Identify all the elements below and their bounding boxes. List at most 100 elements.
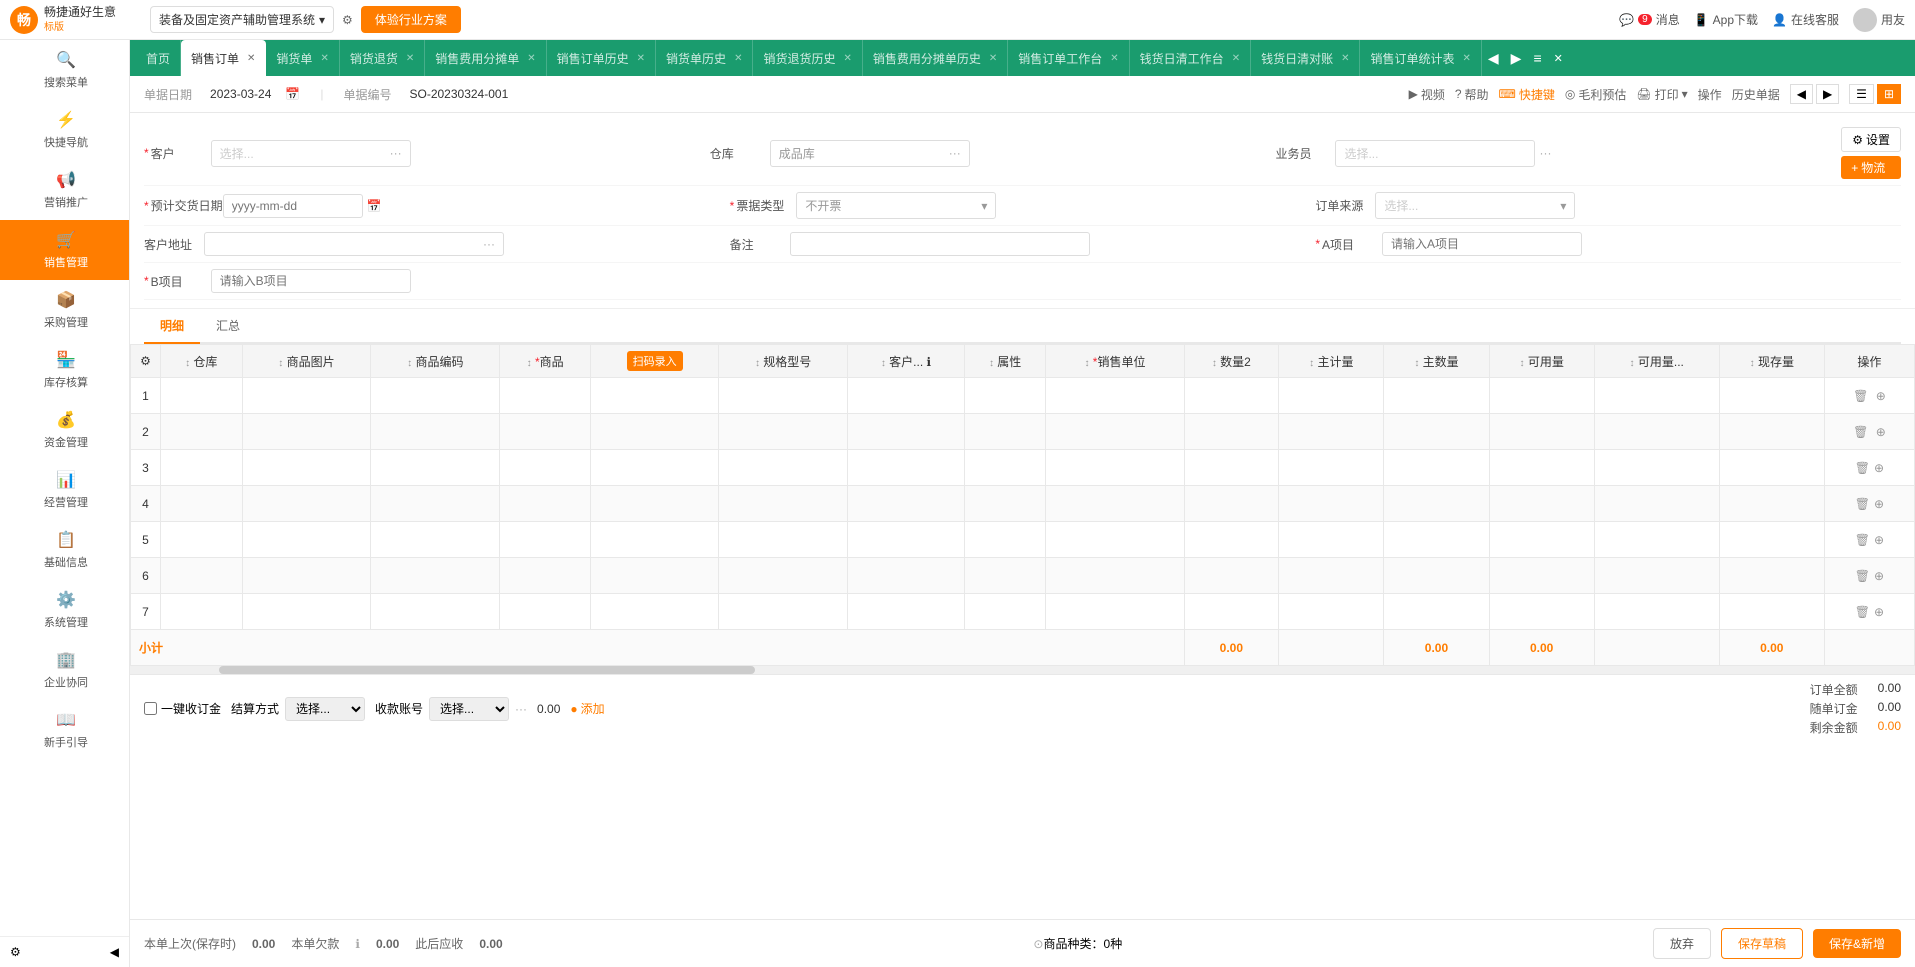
print-btn[interactable]: 🖨 打印 ▾ bbox=[1636, 86, 1687, 103]
tab-close-sales-return[interactable]: ✕ bbox=[320, 53, 328, 64]
row-6-copy-btn[interactable]: ⊕ bbox=[1872, 567, 1886, 585]
row-1-delete-btn[interactable]: 🗑 bbox=[1851, 387, 1870, 405]
sidebar-item-quick-nav[interactable]: ⚡ 快捷导航 bbox=[0, 100, 129, 160]
system-selector[interactable]: 装备及固定资产辅助管理系统 ▾ bbox=[150, 6, 334, 33]
add-payment-btn[interactable]: ● 添加 bbox=[570, 700, 604, 717]
tab-return-history[interactable]: 销货单历史 ✕ bbox=[656, 40, 753, 76]
staff-input[interactable]: 选择... bbox=[1335, 140, 1535, 167]
system-settings-icon[interactable]: ⚙ bbox=[342, 13, 353, 27]
row-1-attribute[interactable] bbox=[964, 378, 1046, 414]
scan-btn[interactable]: 扫码录入 bbox=[627, 351, 683, 371]
row-1-warehouse[interactable] bbox=[161, 378, 243, 414]
row-7-delete-btn[interactable]: 🗑 bbox=[1853, 603, 1872, 621]
row-5-delete-btn[interactable]: 🗑 bbox=[1853, 531, 1872, 549]
row-1-available2[interactable] bbox=[1594, 378, 1719, 414]
tab-close-return-history[interactable]: ✕ bbox=[734, 53, 742, 64]
tab-order-workbench[interactable]: 销售订单工作台 ✕ bbox=[1008, 40, 1129, 76]
row-1-stock[interactable] bbox=[1719, 378, 1824, 414]
row-4-copy-btn[interactable]: ⊕ bbox=[1872, 495, 1886, 513]
sidebar-item-search[interactable]: 🔍 搜索菜单 bbox=[0, 40, 129, 100]
tab-cash-account[interactable]: 钱货日清对账 ✕ bbox=[1251, 40, 1360, 76]
sidebar-item-guide[interactable]: 📖 新手引导 bbox=[0, 700, 129, 760]
row-2-delete-btn[interactable]: 🗑 bbox=[1851, 423, 1870, 441]
b-project-input[interactable] bbox=[211, 269, 411, 293]
th-settings[interactable]: ⚙ bbox=[131, 345, 161, 378]
row-1-customer-code[interactable] bbox=[848, 378, 965, 414]
user-avatar[interactable]: 用友 bbox=[1853, 8, 1905, 32]
shortcut-btn[interactable]: ⌨ 快捷键 bbox=[1499, 86, 1555, 103]
row-6-delete-btn[interactable]: 🗑 bbox=[1853, 567, 1872, 585]
warehouse-input[interactable]: 成品库 ··· bbox=[770, 140, 970, 167]
row-1-available[interactable] bbox=[1489, 378, 1594, 414]
settings-btn[interactable]: ⚙ 设置 bbox=[1841, 127, 1901, 152]
row-1-sales-unit[interactable] bbox=[1046, 378, 1184, 414]
tab-home[interactable]: 首页 bbox=[136, 40, 181, 76]
invoice-type-select[interactable]: 不开票 ▾ bbox=[796, 192, 996, 219]
tab-sales-return[interactable]: 销货单 ✕ bbox=[266, 40, 339, 76]
tab-close-order-summary[interactable]: ✕ bbox=[1463, 53, 1471, 64]
operation-btn[interactable]: 操作 bbox=[1698, 86, 1722, 103]
payment-method-select[interactable]: 选择... bbox=[285, 697, 365, 721]
a-project-input[interactable] bbox=[1382, 232, 1582, 256]
sidebar-item-sales[interactable]: 🛒 销售管理 bbox=[0, 220, 129, 280]
sidebar-item-system[interactable]: ⚙️ 系统管理 bbox=[0, 580, 129, 640]
tab-close-cash-account[interactable]: ✕ bbox=[1341, 53, 1349, 64]
th-scan[interactable]: 扫码录入 bbox=[591, 345, 719, 378]
industry-btn[interactable]: 体验行业方案 bbox=[361, 6, 461, 33]
date-picker-icon[interactable]: 📅 bbox=[285, 87, 300, 101]
tab-fee-history[interactable]: 销售费用分摊单历史 ✕ bbox=[863, 40, 1008, 76]
tab-close-order-history[interactable]: ✕ bbox=[637, 53, 645, 64]
tab-nav-more[interactable]: ≡ bbox=[1527, 46, 1547, 70]
note-input[interactable] bbox=[790, 232, 1090, 256]
customer-input[interactable]: 选择... ··· bbox=[211, 140, 411, 167]
form-view-btn[interactable]: ⊞ bbox=[1877, 84, 1901, 104]
sidebar-item-inventory[interactable]: 🏪 库存核算 bbox=[0, 340, 129, 400]
row-1-spec[interactable] bbox=[719, 378, 848, 414]
tab-close-cash-workbench[interactable]: ✕ bbox=[1232, 53, 1240, 64]
tab-nav-close-all[interactable]: ✕ bbox=[1548, 48, 1569, 69]
customer-expand-btn[interactable]: ··· bbox=[390, 146, 402, 160]
tab-sales-refund[interactable]: 销货退货 ✕ bbox=[340, 40, 425, 76]
row-1-main-qty[interactable] bbox=[1384, 378, 1489, 414]
calendar-icon[interactable]: 📅 bbox=[367, 199, 382, 213]
tab-close-order-workbench[interactable]: ✕ bbox=[1110, 53, 1118, 64]
staff-expand-btn[interactable]: ··· bbox=[1539, 146, 1551, 160]
tab-nav-prev[interactable]: ◀ bbox=[1482, 46, 1505, 71]
row-2-warehouse[interactable] bbox=[161, 414, 243, 450]
view-video-btn[interactable]: ▶ 视频 bbox=[1409, 86, 1445, 103]
tab-close-sales-order[interactable]: ✕ bbox=[247, 53, 255, 64]
scrollbar-thumb[interactable] bbox=[219, 666, 755, 674]
tab-close-refund-history[interactable]: ✕ bbox=[843, 53, 851, 64]
row-2-copy-btn[interactable]: ⊕ bbox=[1874, 423, 1888, 441]
row-3-copy-btn[interactable]: ⊕ bbox=[1872, 459, 1886, 477]
row-1-image[interactable] bbox=[242, 378, 371, 414]
row-1-copy-btn[interactable]: ⊕ bbox=[1874, 387, 1888, 405]
history-btn[interactable]: 历史单据 bbox=[1732, 86, 1780, 103]
sidebar-settings-icon[interactable]: ⚙ bbox=[10, 945, 21, 959]
address-input[interactable]: ··· bbox=[204, 232, 504, 256]
row-1-qty2[interactable] bbox=[1184, 378, 1279, 414]
row-5-copy-btn[interactable]: ⊕ bbox=[1872, 531, 1886, 549]
order-source-input[interactable]: 选择... ▾ bbox=[1375, 192, 1575, 219]
row-1-main-unit[interactable] bbox=[1279, 378, 1384, 414]
tab-cash-daily-workbench[interactable]: 钱货日清工作台 ✕ bbox=[1130, 40, 1251, 76]
goods-count-icon[interactable]: ⊙ bbox=[1033, 937, 1043, 951]
row-1-product[interactable] bbox=[500, 378, 591, 414]
prev-record-btn[interactable]: ◀ bbox=[1790, 84, 1813, 104]
tab-close-fee-split[interactable]: ✕ bbox=[527, 53, 535, 64]
delivery-date-input[interactable] bbox=[223, 194, 363, 218]
sidebar-item-marketing[interactable]: 📢 营销推广 bbox=[0, 160, 129, 220]
address-expand-btn[interactable]: ··· bbox=[483, 237, 495, 251]
discard-btn[interactable]: 放弃 bbox=[1653, 928, 1711, 959]
sidebar-item-purchase[interactable]: 📦 采购管理 bbox=[0, 280, 129, 340]
profit-btn[interactable]: ◎ 毛利预估 bbox=[1565, 86, 1627, 103]
list-view-btn[interactable]: ☰ bbox=[1849, 84, 1874, 104]
row-1-scan[interactable] bbox=[591, 378, 719, 414]
online-service[interactable]: 👤 在线客服 bbox=[1772, 11, 1839, 28]
tab-summary[interactable]: 汇总 bbox=[200, 309, 256, 344]
save-new-btn[interactable]: 保存&新增 bbox=[1813, 929, 1901, 958]
help-btn[interactable]: ? 帮助 bbox=[1455, 86, 1489, 103]
tab-detail[interactable]: 明细 bbox=[144, 309, 200, 344]
sidebar-item-basic[interactable]: 📋 基础信息 bbox=[0, 520, 129, 580]
row-4-delete-btn[interactable]: 🗑 bbox=[1853, 495, 1872, 513]
